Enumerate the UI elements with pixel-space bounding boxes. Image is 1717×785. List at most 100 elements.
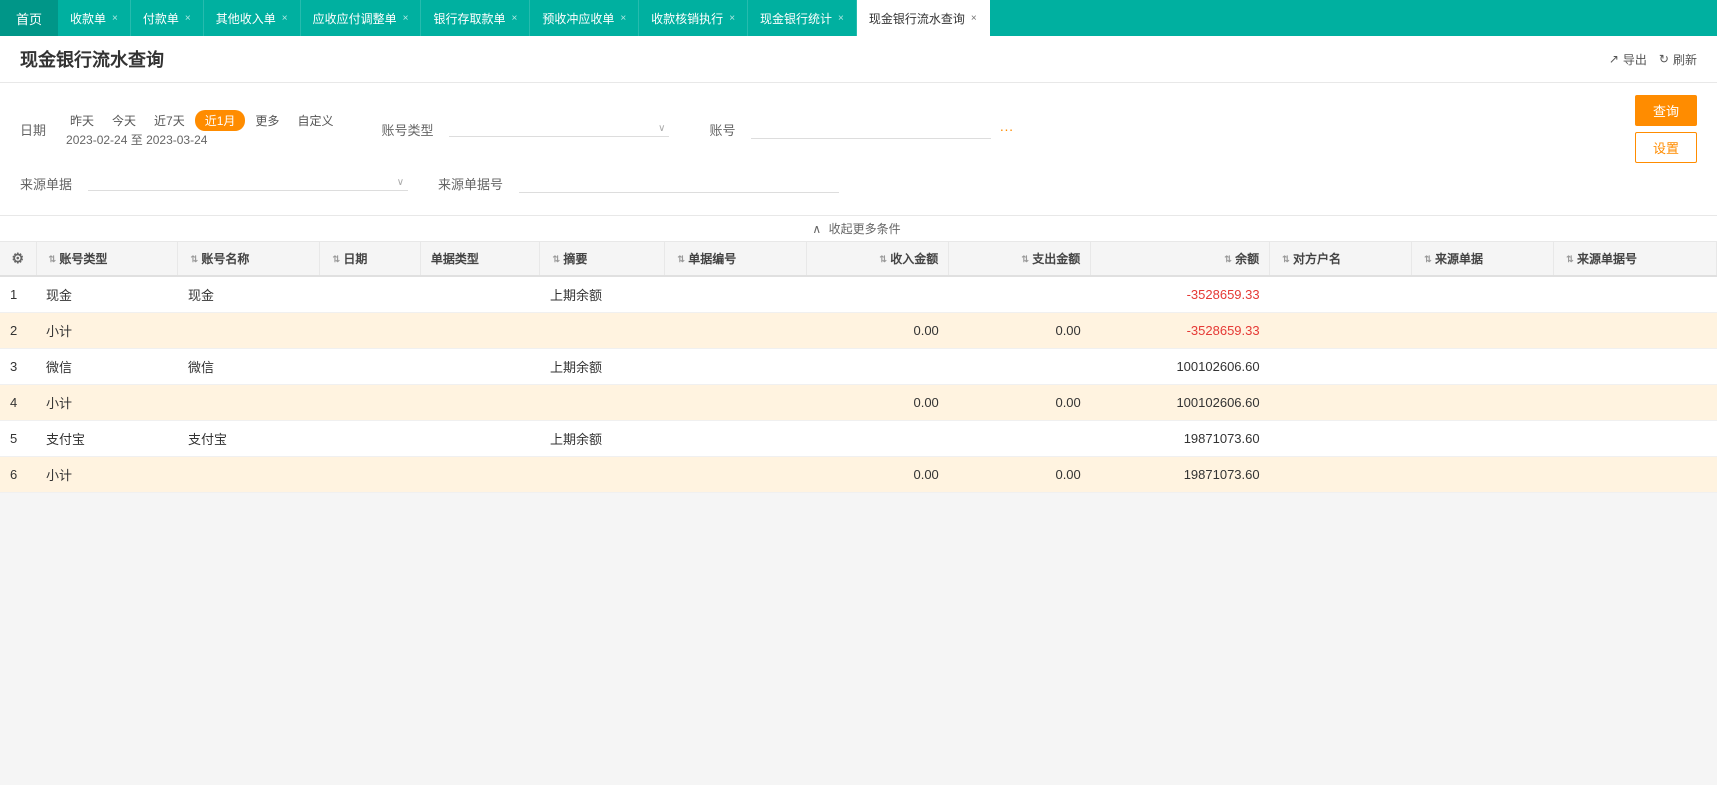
collapse-bar[interactable]: ∧ 收起更多条件 <box>0 216 1717 242</box>
close-icon[interactable]: × <box>838 13 844 24</box>
home-button[interactable]: 首页 <box>0 0 58 36</box>
cell-expense: 0.00 <box>949 313 1091 349</box>
close-icon[interactable]: × <box>511 13 517 24</box>
cell-summary <box>540 385 665 421</box>
nav-tab-other-income[interactable]: 其他收入单 × <box>204 0 301 36</box>
account-type-label: 账号类型 <box>381 120 433 139</box>
date-1month-btn[interactable]: 近1月 <box>195 110 246 131</box>
table-body: 1 现金 现金 上期余额 -3528659.33 2 小计 0.00 0.00 … <box>0 276 1717 493</box>
nav-tab-payment[interactable]: 付款单 × <box>131 0 204 36</box>
account-no-input[interactable] <box>751 119 991 139</box>
cell-account-name: 现金 <box>178 276 320 313</box>
sort-icon[interactable]: ⇅ <box>1021 254 1029 265</box>
sort-icon[interactable]: ⇅ <box>552 254 560 265</box>
close-icon[interactable]: × <box>112 13 118 24</box>
chevron-down-icon: ∨ <box>397 177 404 188</box>
date-label: 日期 <box>20 120 46 139</box>
sort-icon[interactable]: ⇅ <box>332 254 340 265</box>
cell-expense <box>949 421 1091 457</box>
source-doc-no-label: 来源单据号 <box>438 174 503 193</box>
cell-account-name: 支付宝 <box>178 421 320 457</box>
source-doc-select[interactable]: ∨ <box>88 175 408 191</box>
sort-icon[interactable]: ⇅ <box>677 254 685 265</box>
close-icon[interactable]: × <box>185 13 191 24</box>
cell-source-doc-no <box>1554 313 1717 349</box>
col-balance: ⇅ 余额 <box>1091 242 1270 276</box>
date-7days-btn[interactable]: 近7天 <box>146 110 193 131</box>
top-navigation: 首页 收款单 × 付款单 × 其他收入单 × 应收应付调整单 × 银行存取款单 … <box>0 0 1717 36</box>
cell-income: 0.00 <box>807 457 949 493</box>
query-button[interactable]: 查询 <box>1635 95 1697 126</box>
cell-account-name <box>178 457 320 493</box>
source-doc-no-filter-pair: 来源单据号 <box>438 173 839 193</box>
header-actions: ↗ 导出 ↻ 刷新 <box>1609 51 1697 68</box>
account-type-filter-group: 账号类型 ∨ <box>381 120 669 139</box>
close-icon[interactable]: × <box>729 13 735 24</box>
date-custom-btn[interactable]: 自定义 <box>289 110 341 131</box>
gear-icon: ⚙ <box>11 250 24 266</box>
export-icon: ↗ <box>1609 52 1619 66</box>
col-source-doc-no: ⇅ 来源单据号 <box>1554 242 1717 276</box>
cell-balance: -3528659.33 <box>1091 276 1270 313</box>
cell-summary: 上期余额 <box>540 349 665 385</box>
cell-income: 0.00 <box>807 313 949 349</box>
account-no-filter-group: 账号 ··· <box>709 119 1023 139</box>
cell-doc-type <box>420 385 540 421</box>
col-counterpart: ⇅ 对方户名 <box>1270 242 1412 276</box>
nav-tab-bank-deposit[interactable]: 银行存取款单 × <box>421 0 530 36</box>
sort-icon[interactable]: ⇅ <box>1224 254 1232 265</box>
sort-icon[interactable]: ⇅ <box>190 254 198 265</box>
cell-source-doc-no <box>1554 276 1717 313</box>
cell-expense: 0.00 <box>949 385 1091 421</box>
cell-balance: -3528659.33 <box>1091 313 1270 349</box>
settings-button[interactable]: 设置 <box>1635 132 1697 163</box>
date-yesterday-btn[interactable]: 昨天 <box>62 110 102 131</box>
cell-income <box>807 421 949 457</box>
refresh-button[interactable]: ↻ 刷新 <box>1659 51 1697 68</box>
source-doc-no-input[interactable] <box>519 173 839 193</box>
nav-tab-prepay-offset[interactable]: 预收冲应收单 × <box>530 0 639 36</box>
nav-tab-ar-ap-adjust[interactable]: 应收应付调整单 × <box>301 0 422 36</box>
cell-account-type: 微信 <box>36 349 178 385</box>
sort-icon[interactable]: ⇅ <box>879 254 887 265</box>
cell-account-type: 现金 <box>36 276 178 313</box>
sort-icon[interactable]: ⇅ <box>49 254 57 265</box>
cell-income: 0.00 <box>807 385 949 421</box>
nav-tab-receipt-verify[interactable]: 收款核销执行 × <box>639 0 748 36</box>
nav-tab-cash-bank-stats[interactable]: 现金银行统计 × <box>748 0 857 36</box>
cell-summary <box>540 457 665 493</box>
table-settings-col[interactable]: ⚙ <box>0 242 36 276</box>
close-icon[interactable]: × <box>620 13 626 24</box>
close-icon[interactable]: × <box>403 13 409 24</box>
sort-icon[interactable]: ⇅ <box>1566 254 1574 265</box>
filter-row-2: 来源单据 ∨ 来源单据号 <box>20 173 1697 193</box>
more-options-icon[interactable]: ··· <box>999 121 1013 137</box>
account-type-select[interactable]: ∨ <box>449 121 669 137</box>
page-title: 现金银行流水查询 <box>20 46 164 72</box>
cell-counterpart <box>1270 276 1412 313</box>
export-button[interactable]: ↗ 导出 <box>1609 51 1647 68</box>
date-today-btn[interactable]: 今天 <box>104 110 144 131</box>
sort-icon[interactable]: ⇅ <box>1282 254 1290 265</box>
cell-expense: 0.00 <box>949 457 1091 493</box>
date-more-btn[interactable]: 更多 <box>247 110 287 131</box>
close-icon[interactable]: × <box>282 13 288 24</box>
cell-account-name <box>178 313 320 349</box>
cell-source-doc-no <box>1554 385 1717 421</box>
filter-row-1: 日期 昨天 今天 近7天 近1月 更多 自定义 2023-02-24 至 202… <box>20 95 1697 163</box>
col-source-doc: ⇅ 来源单据 <box>1412 242 1554 276</box>
cell-index: 2 <box>0 313 36 349</box>
cell-source-doc-no <box>1554 349 1717 385</box>
sort-icon[interactable]: ⇅ <box>1424 254 1432 265</box>
cell-account-type: 支付宝 <box>36 421 178 457</box>
data-table: ⚙ ⇅ 账号类型 ⇅ 账号名称 ⇅ 日期 单据类型 ⇅ <box>0 242 1717 493</box>
table-row: 4 小计 0.00 0.00 100102606.60 <box>0 385 1717 421</box>
close-icon[interactable]: × <box>971 13 977 24</box>
nav-tab-receipt[interactable]: 收款单 × <box>58 0 131 36</box>
table-row: 1 现金 现金 上期余额 -3528659.33 <box>0 276 1717 313</box>
cell-doc-type <box>420 457 540 493</box>
cell-source-doc <box>1412 457 1554 493</box>
nav-tab-cash-bank-flow[interactable]: 现金银行流水查询 × <box>857 0 990 36</box>
cell-counterpart <box>1270 313 1412 349</box>
cell-doc-type <box>420 313 540 349</box>
